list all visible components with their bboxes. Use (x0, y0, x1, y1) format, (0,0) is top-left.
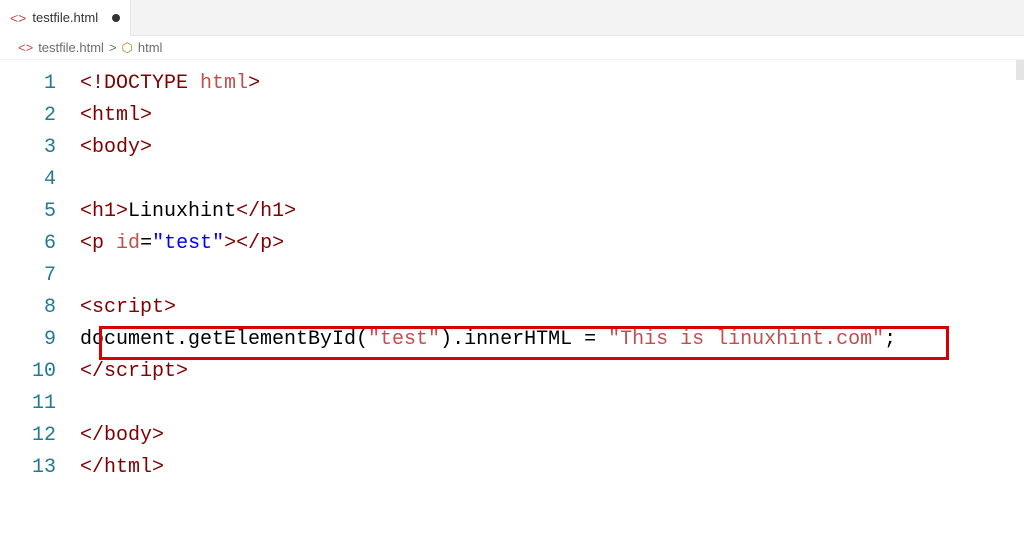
line-number: 13 (0, 452, 56, 484)
code-line[interactable]: <script> (80, 292, 1024, 324)
line-number-gutter: 12345678910111213 (0, 60, 80, 535)
code-line[interactable] (80, 164, 1024, 196)
line-number: 7 (0, 260, 56, 292)
line-number: 6 (0, 228, 56, 260)
code-line[interactable]: <p id="test"></p> (80, 228, 1024, 260)
code-line[interactable]: </html> (80, 452, 1024, 484)
line-number: 5 (0, 196, 56, 228)
line-number: 12 (0, 420, 56, 452)
line-number: 3 (0, 132, 56, 164)
code-file-icon: <> (10, 10, 26, 26)
breadcrumb-file[interactable]: testfile.html (38, 40, 104, 55)
breadcrumb: <> testfile.html > ⬡ html (0, 36, 1024, 60)
tab-label: testfile.html (32, 10, 98, 25)
file-tab[interactable]: <> testfile.html (0, 0, 131, 36)
line-number: 8 (0, 292, 56, 324)
code-line[interactable]: document.getElementById("test").innerHTM… (80, 324, 1024, 356)
chevron-right-icon: > (109, 40, 117, 55)
line-number: 10 (0, 356, 56, 388)
minimap[interactable] (1016, 60, 1024, 80)
code-line[interactable]: <html> (80, 100, 1024, 132)
line-number: 4 (0, 164, 56, 196)
line-number: 11 (0, 388, 56, 420)
code-line[interactable]: <body> (80, 132, 1024, 164)
line-number: 9 (0, 324, 56, 356)
code-line[interactable]: </script> (80, 356, 1024, 388)
code-line[interactable]: </body> (80, 420, 1024, 452)
line-number: 1 (0, 68, 56, 100)
code-line[interactable] (80, 260, 1024, 292)
code-line[interactable]: <h1>Linuxhint</h1> (80, 196, 1024, 228)
code-editor[interactable]: 12345678910111213 <!DOCTYPE html><html><… (0, 60, 1024, 535)
modified-indicator-icon (112, 14, 120, 22)
code-content[interactable]: <!DOCTYPE html><html><body> <h1>Linuxhint… (80, 60, 1024, 535)
breadcrumb-symbol[interactable]: html (138, 40, 163, 55)
symbol-icon: ⬡ (122, 40, 133, 56)
tab-bar: <> testfile.html (0, 0, 1024, 36)
code-line[interactable]: <!DOCTYPE html> (80, 68, 1024, 100)
code-line[interactable] (80, 388, 1024, 420)
code-file-icon: <> (18, 40, 33, 55)
line-number: 2 (0, 100, 56, 132)
